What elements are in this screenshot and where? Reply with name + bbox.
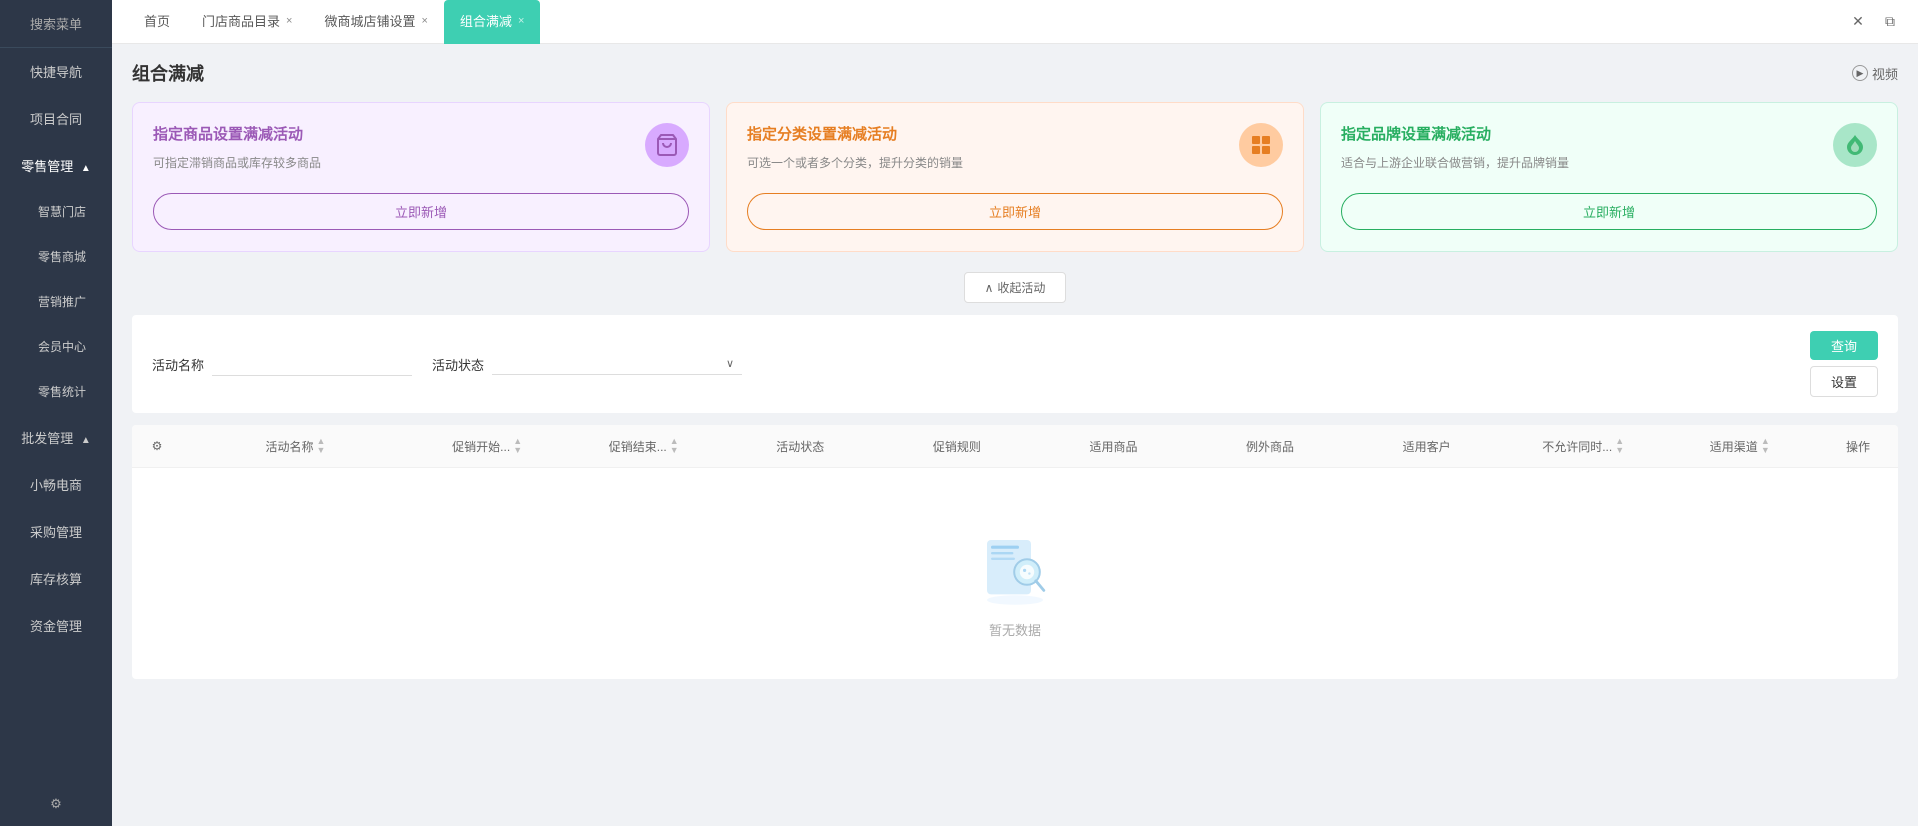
brand-card-icon (1833, 123, 1877, 167)
category-card-add-button[interactable]: 立即新增 (747, 193, 1283, 230)
collapse-bar: ∧ 收起活动 (132, 264, 1898, 315)
sort-icon: ▲▼ (316, 437, 325, 455)
query-button[interactable]: 查询 (1810, 331, 1878, 360)
sort-icon: ▲▼ (670, 437, 679, 455)
retail-mgmt-arrow: ▲ (81, 163, 91, 174)
activity-name-input[interactable] (212, 352, 412, 376)
th-applicable-goods: 适用商品 (1035, 438, 1192, 455)
th-promo-end[interactable]: 促销结束... ▲▼ (565, 437, 722, 455)
sidebar-item-retail-stats[interactable]: 零售统计 (0, 369, 112, 414)
product-card-icon (645, 123, 689, 167)
search-bar: 活动名称 活动状态 ∨ 查询 设置 (132, 315, 1898, 413)
window-restore-button[interactable]: ⧉ (1878, 10, 1902, 34)
empty-illustration (965, 528, 1065, 608)
collapse-activities-button[interactable]: ∧ 收起活动 (964, 272, 1067, 303)
chevron-down-icon: ∨ (726, 357, 734, 370)
tab-store-catalog[interactable]: 门店商品目录 × (186, 0, 308, 44)
sidebar-item-member-center[interactable]: 会员中心 (0, 324, 112, 369)
category-card-icon (1239, 123, 1283, 167)
tab-store-catalog-close[interactable]: × (286, 15, 292, 27)
gear-icon: ⚙ (152, 439, 163, 453)
sidebar-item-quick-nav[interactable]: 快捷导航 (0, 48, 112, 95)
activity-name-label: 活动名称 (152, 355, 204, 374)
play-icon: ▶ (1852, 65, 1868, 81)
sidebar-item-wholesale-mgmt[interactable]: 批发管理 ▲ (0, 414, 112, 461)
tab-bar: 首页 门店商品目录 × 微商城店铺设置 × 组合满减 × ✕ ⧉ (112, 0, 1918, 44)
th-promo-rule: 促销规则 (879, 438, 1036, 455)
activity-status-field: 活动状态 ∨ (432, 353, 742, 375)
sort-icon: ▲▼ (1761, 437, 1770, 455)
brand-card-desc: 适合与上游企业联合做营销，提升品牌销量 (1341, 154, 1877, 173)
product-card-title: 指定商品设置满减活动 (153, 123, 689, 144)
data-table: ⚙ 活动名称 ▲▼ 促销开始... ▲▼ 促销结束... ▲▼ 活动状态 (132, 425, 1898, 679)
product-card-add-button[interactable]: 立即新增 (153, 193, 689, 230)
video-link[interactable]: ▶ 视频 (1852, 64, 1898, 83)
page-header: 组合满减 ▶ 视频 (132, 60, 1898, 86)
activity-status-select[interactable]: ∨ (492, 353, 742, 375)
sidebar-item-retail-mall[interactable]: 零售商城 (0, 234, 112, 279)
empty-text: 暂无数据 (989, 620, 1041, 639)
search-actions: 查询 设置 (1810, 331, 1878, 397)
activity-cards: 指定商品设置满减活动 可指定滞销商品或库存较多商品 立即新增 指定分类设置满减活… (132, 102, 1898, 252)
tab-wechat-store-settings[interactable]: 微商城店铺设置 × (308, 0, 443, 44)
video-label: 视频 (1872, 64, 1898, 83)
sidebar-item-smart-store[interactable]: 智慧门店 (0, 189, 112, 234)
brand-activity-card: 指定品牌设置满减活动 适合与上游企业联合做营销，提升品牌销量 立即新增 (1320, 102, 1898, 252)
sidebar-item-marketing[interactable]: 营销推广 (0, 279, 112, 324)
th-promo-start[interactable]: 促销开始... ▲▼ (409, 437, 566, 455)
window-close-button[interactable]: ✕ (1846, 10, 1870, 34)
wholesale-mgmt-arrow: ▲ (81, 435, 91, 446)
category-card-desc: 可选一个或者多个分类，提升分类的销量 (747, 154, 1283, 173)
page-title: 组合满减 (132, 60, 204, 86)
table-header: ⚙ 活动名称 ▲▼ 促销开始... ▲▼ 促销结束... ▲▼ 活动状态 (132, 425, 1898, 468)
product-activity-card: 指定商品设置满减活动 可指定滞销商品或库存较多商品 立即新增 (132, 102, 710, 252)
th-activity-status: 活动状态 (722, 438, 879, 455)
th-operations: 操作 (1818, 438, 1898, 455)
main-area: 首页 门店商品目录 × 微商城店铺设置 × 组合满减 × ✕ ⧉ 组合满减 (112, 0, 1918, 826)
sidebar-settings[interactable]: ⚙ (0, 782, 112, 826)
empty-state: 暂无数据 (132, 468, 1898, 679)
category-card-title: 指定分类设置满减活动 (747, 123, 1283, 144)
tab-home[interactable]: 首页 (128, 0, 186, 44)
sidebar: 搜索菜单 快捷导航 项目合同 零售管理 ▲ 智慧门店 零售商城 营销推广 会员中… (0, 0, 112, 826)
tab-wechat-store-settings-close[interactable]: × (421, 15, 427, 27)
activity-status-label: 活动状态 (432, 355, 484, 374)
brand-card-title: 指定品牌设置满减活动 (1341, 123, 1877, 144)
brand-card-add-button[interactable]: 立即新增 (1341, 193, 1877, 230)
sidebar-item-retail-mgmt[interactable]: 零售管理 ▲ (0, 142, 112, 189)
th-activity-name[interactable]: 活动名称 ▲▼ (182, 437, 409, 455)
settings-icon: ⚙ (50, 796, 62, 811)
chevron-up-icon: ∧ (985, 281, 994, 295)
sidebar-search[interactable]: 搜索菜单 (0, 0, 112, 48)
th-applicable-channels[interactable]: 适用渠道 ▲▼ (1661, 437, 1818, 455)
category-activity-card: 指定分类设置满减活动 可选一个或者多个分类，提升分类的销量 立即新增 (726, 102, 1304, 252)
tab-combo-discount[interactable]: 组合满减 × (444, 0, 540, 44)
activity-name-field: 活动名称 (152, 352, 412, 376)
sidebar-item-inventory-calc[interactable]: 库存核算 (0, 555, 112, 602)
th-no-overlap[interactable]: 不允许同时... ▲▼ (1505, 437, 1662, 455)
sidebar-item-xpang-ecommerce[interactable]: 小畅电商 (0, 461, 112, 508)
th-gear[interactable]: ⚙ (132, 439, 182, 453)
page-content: 组合满减 ▶ 视频 指定商品设置满减活动 可指定滞销商品或库存较多商品 (112, 44, 1918, 826)
sort-icon: ▲▼ (513, 437, 522, 455)
sort-icon: ▲▼ (1615, 437, 1624, 455)
sidebar-item-purchase-mgmt[interactable]: 采购管理 (0, 508, 112, 555)
product-card-desc: 可指定滞销商品或库存较多商品 (153, 154, 689, 173)
sidebar-search-label: 搜索菜单 (30, 17, 82, 32)
sidebar-item-project-contract[interactable]: 项目合同 (0, 95, 112, 142)
sidebar-item-fund-mgmt[interactable]: 资金管理 (0, 602, 112, 649)
tab-bar-actions: ✕ ⧉ (1846, 10, 1902, 34)
th-excluded-goods: 例外商品 (1192, 438, 1349, 455)
tab-combo-discount-close[interactable]: × (518, 15, 524, 27)
th-applicable-customers: 适用客户 (1348, 438, 1505, 455)
settings-button[interactable]: 设置 (1810, 366, 1878, 397)
